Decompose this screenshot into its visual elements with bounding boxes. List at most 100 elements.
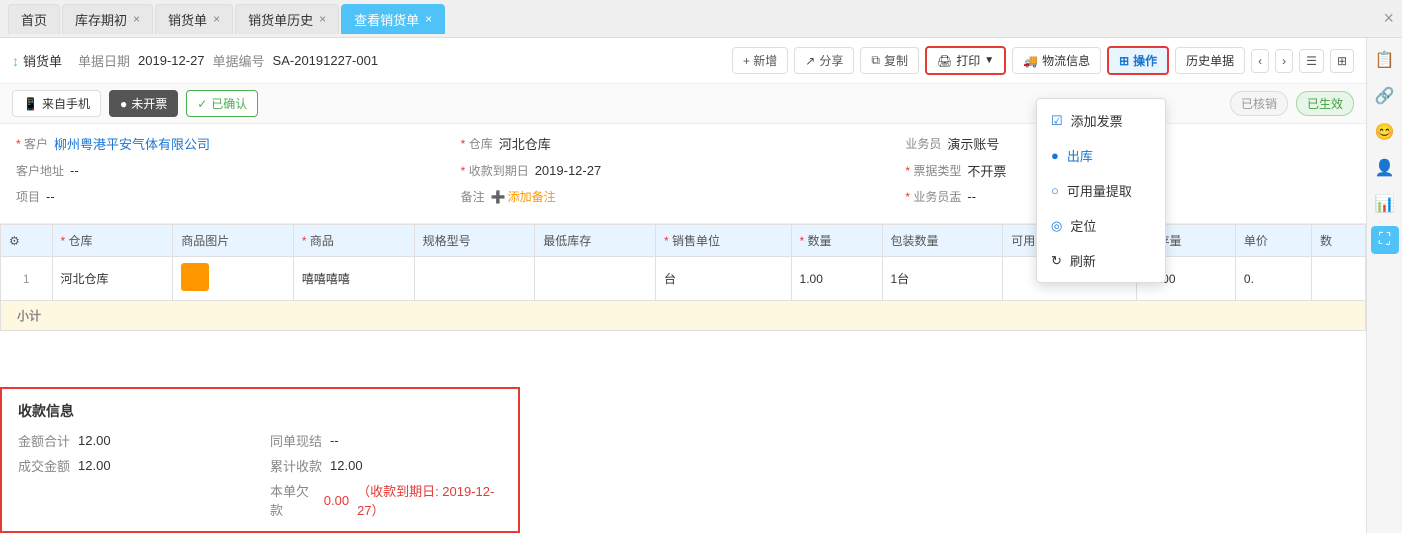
settlement-value: --	[330, 433, 339, 448]
project-label: 项目	[16, 188, 40, 205]
row-qty: 1.00	[791, 257, 882, 301]
sidebar-doc-icon[interactable]: 📋	[1371, 46, 1399, 74]
address-field: 客户地址 --	[16, 162, 461, 179]
tab-sales-label: 销货单	[168, 10, 207, 29]
customer-value[interactable]: 柳州粤港平安气体有限公司	[54, 134, 210, 153]
col-sales-unit: * 销售单位	[655, 225, 791, 257]
confirm-button[interactable]: ✓ 已确认	[186, 90, 258, 117]
phone-icon: 📱	[23, 97, 38, 111]
staff-value: 演示账号	[947, 134, 999, 153]
row-product-img	[173, 257, 294, 301]
row-extra	[1312, 257, 1366, 301]
print-button[interactable]: 🖨 打印 ▼	[925, 46, 1006, 75]
logistics-icon: 🚚	[1023, 54, 1038, 68]
tab-sales-close[interactable]: ×	[213, 12, 220, 26]
settlement-label: 同单现结	[270, 431, 322, 450]
tab-home-label: 首页	[21, 10, 47, 29]
col-gear[interactable]: ⚙	[1, 225, 53, 257]
row-num: 1	[1, 257, 53, 301]
tab-home[interactable]: 首页	[8, 4, 60, 34]
staff-label: 业务员	[905, 135, 941, 152]
operation-icon: ⊞	[1119, 54, 1129, 68]
col-min-stock: 最低库存	[535, 225, 656, 257]
due-date-label: 收款到期日	[461, 162, 529, 179]
row-product: 嘻嘻嘻嘻	[293, 257, 414, 301]
list-view-button[interactable]: ☰	[1299, 49, 1324, 73]
add-button[interactable]: + 新增	[732, 47, 788, 74]
logistics-button[interactable]: 🚚 物流信息	[1012, 47, 1101, 74]
row-sales-unit: 台	[655, 257, 791, 301]
from-phone-button[interactable]: 📱 来自手机	[12, 90, 101, 117]
address-value: --	[70, 163, 79, 178]
copy-button[interactable]: ⧉ 复制	[860, 47, 919, 74]
not-open-button[interactable]: ● 未开票	[109, 90, 178, 117]
doc-type-icon: ↕	[12, 53, 19, 69]
sidebar-user-icon[interactable]: 👤	[1371, 154, 1399, 182]
add-note-button[interactable]: ➕ 添加备注	[491, 188, 556, 205]
tab-sales-history[interactable]: 销货单历史 ×	[235, 4, 339, 34]
tab-inventory[interactable]: 库存期初 ×	[62, 4, 153, 34]
share-icon: ↗	[805, 54, 815, 68]
dropdown-outbound[interactable]: ● 出库	[1037, 138, 1165, 173]
doc-meta: 单据日期 2019-12-27 单据编号 SA-20191227-001	[78, 51, 378, 70]
doc-type: ↕ 销货单	[12, 51, 62, 70]
no-value: SA-20191227-001	[273, 53, 379, 68]
row-pack-qty: 1台	[882, 257, 1003, 301]
share-button[interactable]: ↗ 分享	[794, 47, 854, 74]
note-label: 备注	[461, 188, 485, 205]
dropdown-available[interactable]: ○ 可用量提取	[1037, 173, 1165, 208]
row-min-stock	[535, 257, 656, 301]
refresh-icon: ↻	[1051, 253, 1062, 269]
tab-view-sales-close[interactable]: ×	[425, 12, 432, 26]
main-area: ↕ 销货单 单据日期 2019-12-27 单据编号 SA-20191227-0…	[0, 38, 1402, 533]
project-value: --	[46, 189, 55, 204]
cancelled-badge[interactable]: 已核销	[1230, 91, 1288, 116]
tab-view-sales[interactable]: 查看销货单 ×	[341, 4, 445, 34]
window-close-button[interactable]: ×	[1383, 8, 1394, 29]
effective-badge[interactable]: 已生效	[1296, 91, 1354, 116]
sidebar-expand-icon[interactable]: ⛶	[1371, 226, 1399, 254]
owed-value: 0.00	[324, 493, 349, 508]
history-button[interactable]: 历史单据	[1175, 47, 1245, 74]
payment-deal: 成交金额 12.00	[18, 456, 250, 475]
payment-total: 金额合计 12.00	[18, 431, 250, 450]
right-sidebar: 📋 🔗 😊 👤 📊 ⛶	[1366, 38, 1402, 533]
row-warehouse: 河北仓库	[52, 257, 173, 301]
prev-button[interactable]: ‹	[1251, 49, 1269, 73]
tab-sales[interactable]: 销货单 ×	[155, 4, 233, 34]
payment-grid: 金额合计 12.00 同单现结 -- 成交金额 12.00 累计收款 12.00…	[18, 431, 502, 519]
radio-filled-icon: ●	[1051, 148, 1059, 163]
operation-button[interactable]: ⊞ 操作	[1107, 46, 1169, 75]
deal-label: 成交金额	[18, 456, 70, 475]
dropdown-locate[interactable]: ◎ 定位	[1037, 208, 1165, 243]
grid-view-button[interactable]: ⊞	[1330, 49, 1354, 73]
date-value: 2019-12-27	[138, 53, 205, 68]
tab-sales-history-label: 销货单历史	[248, 10, 313, 29]
payment-settlement: 同单现结 --	[270, 431, 502, 450]
col-product-img: 商品图片	[173, 225, 294, 257]
cumulative-label: 累计收款	[270, 456, 322, 475]
note-field: 备注 ➕ 添加备注	[461, 188, 906, 205]
sidebar-chart-icon[interactable]: 📊	[1371, 190, 1399, 218]
sidebar-face-icon[interactable]: 😊	[1371, 118, 1399, 146]
col-warehouse: * 仓库	[52, 225, 173, 257]
col-product: * 商品	[293, 225, 414, 257]
customer-field: 客户 柳州粤港平安气体有限公司	[16, 134, 461, 153]
tab-sales-history-close[interactable]: ×	[319, 12, 326, 26]
sidebar-link-icon[interactable]: 🔗	[1371, 82, 1399, 110]
dropdown-add-invoice[interactable]: ☑ 添加发票	[1037, 103, 1165, 138]
dropdown-refresh[interactable]: ↻ 刷新	[1037, 243, 1165, 278]
subtotal-label: 小计	[1, 301, 1366, 331]
cumulative-value: 12.00	[330, 458, 363, 473]
row-price: 0.	[1235, 257, 1311, 301]
next-button[interactable]: ›	[1275, 49, 1293, 73]
tab-inventory-label: 库存期初	[75, 10, 127, 29]
warehouse-value: 河北仓库	[499, 134, 551, 153]
radio-empty-icon: ○	[1051, 183, 1059, 198]
subtotal-row: 小计	[1, 301, 1366, 331]
total-value: 12.00	[78, 433, 111, 448]
tab-inventory-close[interactable]: ×	[133, 12, 140, 26]
due-text: （收款到期日: 2019-12-27）	[357, 481, 502, 519]
product-image	[181, 263, 209, 291]
col-extra: 数	[1312, 225, 1366, 257]
